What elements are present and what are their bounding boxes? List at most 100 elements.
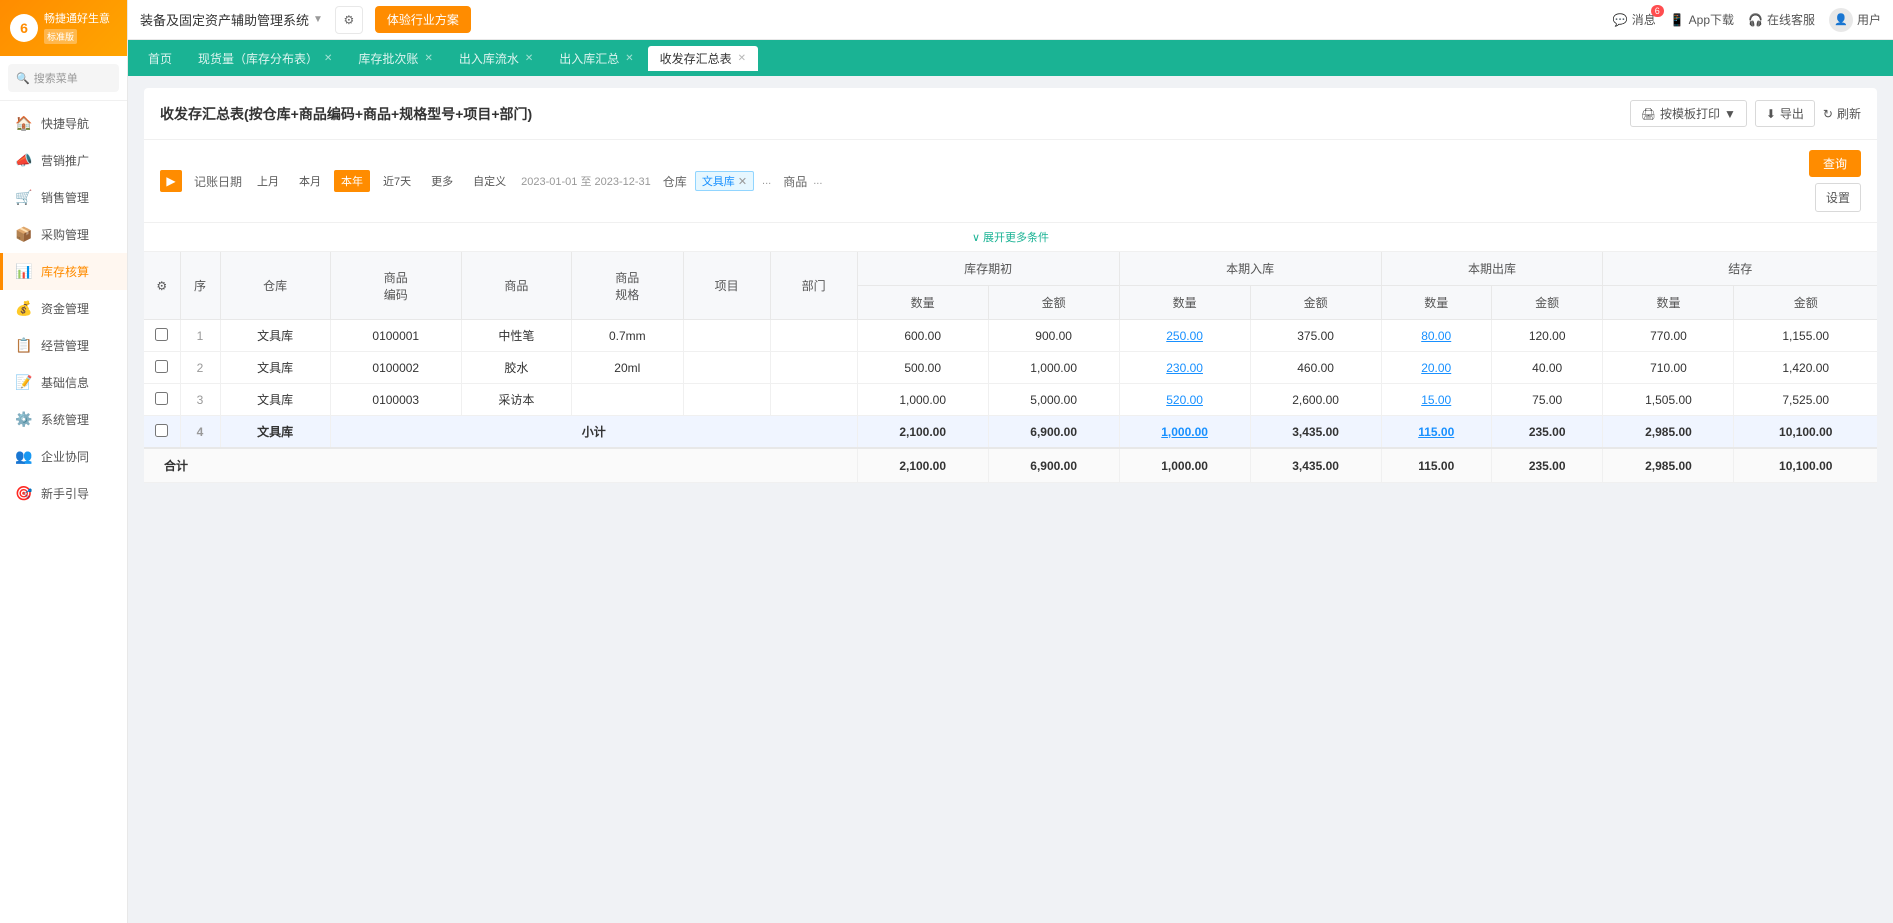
date-btn-last-month[interactable]: 上月 (250, 170, 286, 192)
warehouse-more-btn[interactable]: ... (762, 175, 771, 187)
app-icon: 📱 (1670, 13, 1685, 27)
tab-home[interactable]: 首页 (136, 46, 184, 71)
col-in-qty: 数量 (1119, 286, 1250, 320)
tab-inout-flow[interactable]: 出入库流水 ✕ (447, 46, 545, 71)
tab-close-inout-flow[interactable]: ✕ (525, 53, 533, 64)
expand-more-button[interactable]: ∨ 展开更多条件 (972, 229, 1049, 245)
date-filter-group: 记账日期 上月 本月 本年 近7天 更多 自定义 2023-01-01 至 20… (194, 170, 651, 192)
row-open-qty: 500.00 (857, 352, 988, 384)
sidebar-item-sales[interactable]: 🛒 销售管理 (0, 179, 127, 216)
row-project (683, 384, 770, 416)
page-title: 收发存汇总表(按仓库+商品编码+商品+规格型号+项目+部门) (160, 104, 532, 124)
row-checkbox[interactable] (144, 352, 180, 384)
date-filter-options: 上月 本月 本年 近7天 更多 自定义 (250, 170, 513, 192)
row-warehouse: 文具库 (220, 352, 330, 384)
sidebar-item-inventory[interactable]: 📊 库存核算 (0, 253, 127, 290)
col-settings-header[interactable]: ⚙ (144, 252, 180, 320)
col-open-amt: 金额 (988, 286, 1119, 320)
row-close-amt: 1,155.00 (1734, 320, 1877, 352)
settings-button[interactable]: ⚙ (335, 6, 363, 34)
product-more-btn[interactable]: ... (813, 175, 822, 187)
subtotal-checkbox[interactable] (144, 416, 180, 449)
sidebar-item-operations[interactable]: 📋 经营管理 (0, 327, 127, 364)
row-out-qty[interactable]: 80.00 (1381, 320, 1491, 352)
row-in-amt: 375.00 (1250, 320, 1381, 352)
sidebar-item-newbie[interactable]: 🎯 新手引导 (0, 475, 127, 512)
tab-close-inventory-dist[interactable]: ✕ (324, 53, 332, 64)
tab-close-inout-summary[interactable]: ✕ (625, 53, 633, 64)
warehouse-tag[interactable]: 文具库 ✕ (695, 171, 754, 191)
row-in-qty[interactable]: 250.00 (1119, 320, 1250, 352)
col-out-amt: 金额 (1491, 286, 1603, 320)
row-warehouse: 文具库 (220, 320, 330, 352)
row-checkbox[interactable] (144, 320, 180, 352)
tab-batch[interactable]: 库存批次账 ✕ (346, 46, 444, 71)
table-row: 3 文具库 0100003 采访本 1,000.00 5,000.00 520.… (144, 384, 1877, 416)
tab-close-batch[interactable]: ✕ (424, 53, 432, 64)
tab-inout-summary[interactable]: 出入库汇总 ✕ (547, 46, 645, 71)
system-selector[interactable]: 装备及固定资产辅助管理系统 ▼ (140, 10, 323, 29)
date-btn-this-month[interactable]: 本月 (292, 170, 328, 192)
row-in-qty[interactable]: 520.00 (1119, 384, 1250, 416)
message-item[interactable]: 💬 消息 6 (1613, 11, 1656, 28)
expand-more-section: ∨ 展开更多条件 (144, 223, 1877, 252)
row-out-qty[interactable]: 15.00 (1381, 384, 1491, 416)
sidebar-item-system[interactable]: ⚙️ 系统管理 (0, 401, 127, 438)
row-num: 3 (180, 384, 220, 416)
subtotal-close-qty: 2,985.00 (1603, 416, 1734, 449)
date-btn-7days[interactable]: 近7天 (376, 170, 418, 192)
filter-toggle-button[interactable]: ▶ (160, 170, 182, 192)
sidebar: 6 畅捷通好生意 标准版 🔍 搜索菜单 🏠 快捷导航 📣 营销推广 🛒 销售管理… (0, 0, 128, 923)
date-btn-this-year[interactable]: 本年 (334, 170, 370, 192)
row-out-qty[interactable]: 20.00 (1381, 352, 1491, 384)
online-service-item[interactable]: 🎧 在线客服 (1748, 11, 1815, 28)
row-num: 1 (180, 320, 220, 352)
row-close-qty: 770.00 (1603, 320, 1734, 352)
export-button[interactable]: ⬇ 导出 (1755, 100, 1815, 127)
user-info[interactable]: 👤 用户 (1829, 8, 1881, 32)
row-checkbox[interactable] (144, 384, 180, 416)
app-download-item[interactable]: 📱 App下载 (1670, 11, 1734, 28)
experience-button[interactable]: 体验行业方案 (375, 6, 471, 33)
refresh-button[interactable]: ↻ 刷新 (1823, 105, 1861, 122)
logo-text: 畅捷通好生意 标准版 (44, 12, 110, 44)
set-button[interactable]: 设置 (1815, 183, 1861, 212)
col-project-header: 项目 (683, 252, 770, 320)
sidebar-item-basic[interactable]: 📝 基础信息 (0, 364, 127, 401)
tab-close-recv-send[interactable]: ✕ (738, 53, 746, 64)
row-project (683, 320, 770, 352)
sales-icon: 🛒 (15, 189, 33, 206)
warehouse-label: 仓库 (663, 173, 687, 190)
sidebar-item-finance[interactable]: 💰 资金管理 (0, 290, 127, 327)
row-dept (770, 320, 857, 352)
page-card: 收发存汇总表(按仓库+商品编码+商品+规格型号+项目+部门) 🖨 按模板打印 ▼… (144, 88, 1877, 483)
settings-icon: ⚙ (344, 13, 355, 27)
search-menu-button[interactable]: 🔍 搜索菜单 (8, 64, 119, 92)
tab-inventory-dist[interactable]: 现货量（库存分布表） ✕ (186, 46, 344, 71)
date-btn-more[interactable]: 更多 (424, 170, 460, 192)
sidebar-item-purchase[interactable]: 📦 采购管理 (0, 216, 127, 253)
subtotal-row: 4 文具库 小计 2,100.00 6,900.00 1,000.00 3,43… (144, 416, 1877, 449)
col-group-outgoing: 本期出库 (1381, 252, 1603, 286)
row-in-qty[interactable]: 230.00 (1119, 352, 1250, 384)
print-button[interactable]: 🖨 按模板打印 ▼ (1630, 100, 1747, 127)
tab-recv-send-summary[interactable]: 收发存汇总表 ✕ (648, 46, 758, 71)
message-badge: 6 (1651, 5, 1664, 17)
subtotal-out-amt: 235.00 (1491, 416, 1603, 449)
total-out-qty: 115.00 (1381, 448, 1491, 483)
print-dropdown-icon: ▼ (1724, 107, 1736, 121)
warehouse-tag-close[interactable]: ✕ (738, 175, 747, 188)
refresh-icon: ↻ (1823, 107, 1833, 121)
finance-icon: 💰 (15, 300, 33, 317)
sidebar-item-quick[interactable]: 🏠 快捷导航 (0, 105, 127, 142)
col-dept-header: 部门 (770, 252, 857, 320)
export-icon: ⬇ (1766, 107, 1776, 121)
query-button[interactable]: 查询 (1809, 150, 1861, 177)
sidebar-item-collab[interactable]: 👥 企业协同 (0, 438, 127, 475)
col-group-opening: 库存期初 (857, 252, 1119, 286)
basic-icon: 📝 (15, 374, 33, 391)
subtotal-open-amt: 6,900.00 (988, 416, 1119, 449)
total-in-qty: 1,000.00 (1119, 448, 1250, 483)
date-btn-custom[interactable]: 自定义 (466, 170, 513, 192)
sidebar-item-marketing[interactable]: 📣 营销推广 (0, 142, 127, 179)
